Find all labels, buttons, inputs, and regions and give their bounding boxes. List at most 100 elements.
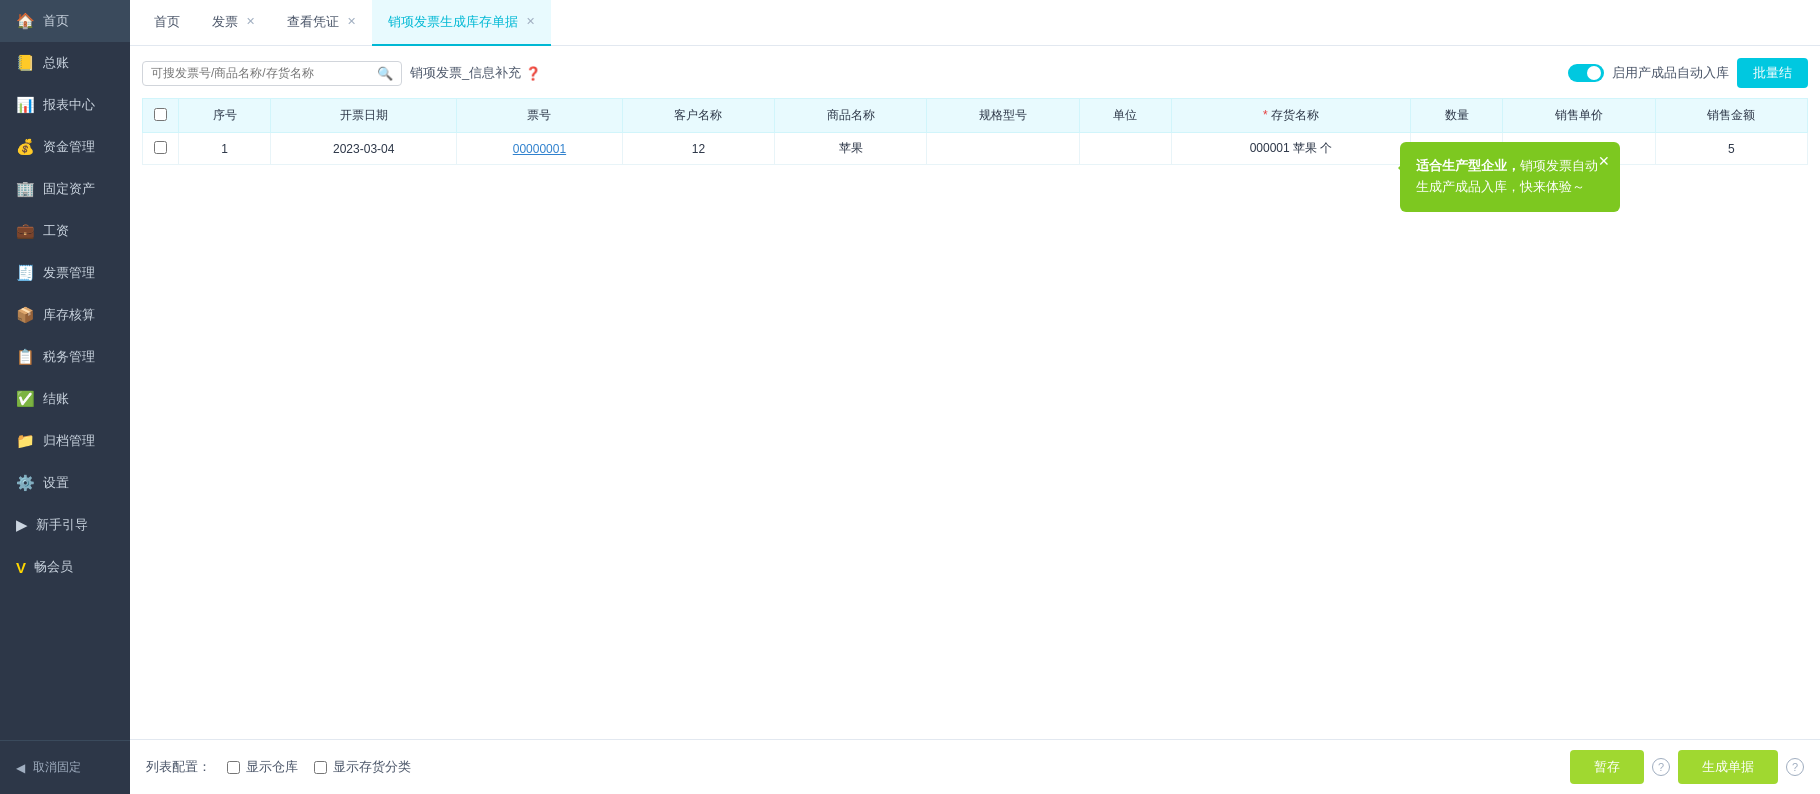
auto-stock-toggle[interactable]: [1568, 64, 1604, 82]
tax-icon: 📋: [16, 348, 35, 366]
pin-button[interactable]: ◀ 取消固定: [0, 749, 130, 786]
tab-voucher[interactable]: 查看凭证 ✕: [271, 0, 372, 46]
col-invoice-no: 票号: [457, 99, 623, 133]
sidebar-item-label: 固定资产: [43, 180, 95, 198]
archive-icon: 📁: [16, 432, 35, 450]
cell-invoice-no[interactable]: 00000001: [457, 133, 623, 165]
col-unit-price: 销售单价: [1503, 99, 1655, 133]
tab-voucher-close[interactable]: ✕: [347, 15, 356, 28]
sidebar-item-stock[interactable]: 📦 库存核算: [0, 294, 130, 336]
tab-stock-invoice[interactable]: 销项发票生成库存单据 ✕: [372, 0, 551, 46]
cell-customer: 12: [622, 133, 774, 165]
sidebar-item-guide[interactable]: ▶ 新手引导: [0, 504, 130, 546]
sidebar-item-settle[interactable]: ✅ 结账: [0, 378, 130, 420]
bottom-actions: 暂存 ? 生成单据 ?: [1570, 750, 1804, 784]
show-category-checkbox[interactable]: [314, 761, 327, 774]
vip-icon: V: [16, 559, 26, 576]
tooltip-close-button[interactable]: ✕: [1598, 150, 1610, 172]
cell-spec: [927, 133, 1079, 165]
sidebar-item-label: 报表中心: [43, 96, 95, 114]
show-warehouse-checkbox[interactable]: [227, 761, 240, 774]
pin-icon: ◀: [16, 761, 25, 775]
col-checkbox: [143, 99, 179, 133]
sidebar-item-label: 设置: [43, 474, 69, 492]
tab-bar: 首页 发票 ✕ 查看凭证 ✕ 销项发票生成库存单据 ✕: [130, 0, 1820, 46]
bottom-bar: 列表配置： 显示仓库 显示存货分类 暂存 ? 生成单据 ?: [130, 739, 1820, 794]
cell-date: 2023-03-04: [271, 133, 457, 165]
toggle-label: 启用产成品自动入库: [1612, 64, 1729, 82]
col-customer: 客户名称: [622, 99, 774, 133]
col-goods: 商品名称: [775, 99, 927, 133]
generate-button[interactable]: 生成单据: [1678, 750, 1778, 784]
tooltip-highlight: 适合生产型企业，: [1416, 158, 1520, 173]
sidebar-item-fund[interactable]: 💰 资金管理: [0, 126, 130, 168]
col-date: 开票日期: [271, 99, 457, 133]
cell-stock-name: 000001 苹果 个: [1172, 133, 1411, 165]
col-unit: 单位: [1079, 99, 1171, 133]
tooltip-popup: ✕ 适合生产型企业，销项发票自动生成产成品入库，快来体验～: [1400, 142, 1620, 212]
sidebar-item-label: 资金管理: [43, 138, 95, 156]
col-amount: 销售金额: [1655, 99, 1807, 133]
sidebar-item-settings[interactable]: ⚙️ 设置: [0, 462, 130, 504]
col-seq: 序号: [179, 99, 271, 133]
show-warehouse-label[interactable]: 显示仓库: [227, 758, 298, 776]
invoice-link[interactable]: 00000001: [513, 142, 566, 156]
tab-invoice-close[interactable]: ✕: [246, 15, 255, 28]
tab-stock-invoice-close[interactable]: ✕: [526, 15, 535, 28]
pin-label: 取消固定: [33, 759, 81, 776]
ledger-icon: 📒: [16, 54, 35, 72]
cell-amount: 5: [1655, 133, 1807, 165]
sidebar-item-invoice[interactable]: 🧾 发票管理: [0, 252, 130, 294]
cell-goods: 苹果: [775, 133, 927, 165]
sidebar-item-label: 工资: [43, 222, 69, 240]
tab-invoice-label: 发票: [212, 13, 238, 31]
save-help-icon[interactable]: ?: [1652, 758, 1670, 776]
tab-home-label: 首页: [154, 13, 180, 31]
tab-stock-invoice-label: 销项发票生成库存单据: [388, 13, 518, 31]
col-qty: 数量: [1410, 99, 1502, 133]
cell-checkbox[interactable]: [143, 133, 179, 165]
info-label-text: 销项发票_信息补充: [410, 64, 521, 82]
sidebar-item-home[interactable]: 🏠 首页: [0, 0, 130, 42]
sidebar-item-vip[interactable]: V 畅会员: [0, 546, 130, 588]
show-warehouse-text: 显示仓库: [246, 758, 298, 776]
search-box[interactable]: 🔍: [142, 61, 402, 86]
sidebar-item-label: 畅会员: [34, 558, 73, 576]
generate-help-icon[interactable]: ?: [1786, 758, 1804, 776]
select-all-checkbox[interactable]: [154, 108, 167, 121]
table-header-row: 序号 开票日期 票号 客户名称 商品名称 规格型号 单位 * 存货名称 数量 销…: [143, 99, 1808, 133]
main-area: 首页 发票 ✕ 查看凭证 ✕ 销项发票生成库存单据 ✕ 🔍 销项发票_信息补充 …: [130, 0, 1820, 794]
search-input[interactable]: [151, 66, 371, 80]
sidebar-item-tax[interactable]: 📋 税务管理: [0, 336, 130, 378]
row-checkbox[interactable]: [154, 141, 167, 154]
sidebar-item-label: 总账: [43, 54, 69, 72]
sidebar-item-label: 新手引导: [36, 516, 88, 534]
sidebar-item-asset[interactable]: 🏢 固定资产: [0, 168, 130, 210]
sidebar-item-label: 税务管理: [43, 348, 95, 366]
info-help-icon[interactable]: ❓: [525, 66, 541, 81]
sidebar-item-label: 库存核算: [43, 306, 95, 324]
toolbar-row: 🔍 销项发票_信息补充 ❓ 启用产成品自动入库 批量结: [142, 58, 1808, 88]
invoice-icon: 🧾: [16, 264, 35, 282]
info-label: 销项发票_信息补充 ❓: [410, 64, 541, 82]
sidebar-item-wage[interactable]: 💼 工资: [0, 210, 130, 252]
tab-home[interactable]: 首页: [138, 0, 196, 46]
sidebar-item-label: 归档管理: [43, 432, 95, 450]
toggle-area: 启用产成品自动入库: [1568, 64, 1729, 82]
sidebar-item-label: 发票管理: [43, 264, 95, 282]
sidebar-item-label: 首页: [43, 12, 69, 30]
sidebar: 🏠 首页 📒 总账 📊 报表中心 💰 资金管理 🏢 固定资产 💼 工资 🧾 发票…: [0, 0, 130, 794]
sidebar-item-archive[interactable]: 📁 归档管理: [0, 420, 130, 462]
fund-icon: 💰: [16, 138, 35, 156]
show-category-label[interactable]: 显示存货分类: [314, 758, 411, 776]
cell-unit: [1079, 133, 1171, 165]
report-icon: 📊: [16, 96, 35, 114]
guide-icon: ▶: [16, 516, 28, 534]
batch-button[interactable]: 批量结: [1737, 58, 1808, 88]
search-icon: 🔍: [377, 66, 393, 81]
save-button[interactable]: 暂存: [1570, 750, 1644, 784]
sidebar-item-report[interactable]: 📊 报表中心: [0, 84, 130, 126]
sidebar-item-ledger[interactable]: 📒 总账: [0, 42, 130, 84]
home-icon: 🏠: [16, 12, 35, 30]
tab-invoice[interactable]: 发票 ✕: [196, 0, 271, 46]
